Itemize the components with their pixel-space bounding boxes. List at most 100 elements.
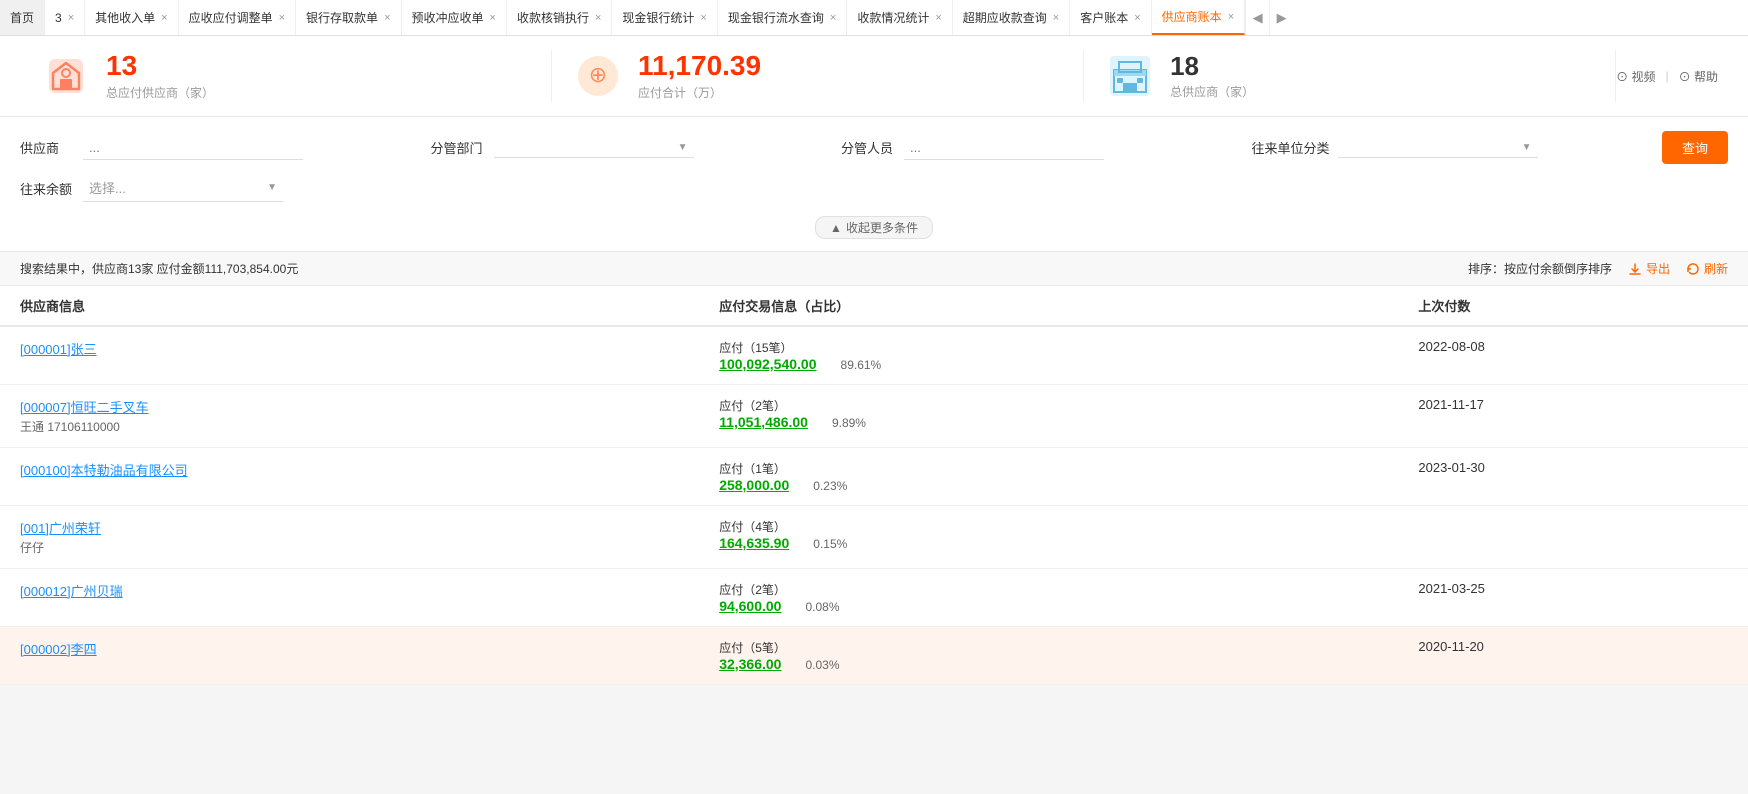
nav-other-income[interactable]: 其他收入单 × xyxy=(85,0,178,35)
nav-pre-receive-close[interactable]: × xyxy=(490,12,496,24)
category-select[interactable]: ▼ xyxy=(1338,138,1538,158)
col-last-pay: 上次付数 xyxy=(1398,286,1748,326)
nav-customer-ledger-close[interactable]: × xyxy=(1134,12,1140,24)
supplier-link-0[interactable]: [000001]张三 xyxy=(20,342,97,357)
nav-other-income-close[interactable]: × xyxy=(161,12,167,24)
col-pay-info: 应付交易信息（占比） xyxy=(699,286,1398,326)
nav-customer-ledger[interactable]: 客户账本 × xyxy=(1070,0,1151,35)
pay-label-5: 应付（5笔） xyxy=(719,639,1378,656)
balance-arrow-icon: ▼ xyxy=(267,182,277,193)
collapse-label: 收起更多条件 xyxy=(846,219,918,236)
nav-ar-ap-adjust-close[interactable]: × xyxy=(279,12,285,24)
pay-cell-0: 应付（15笔）100,092,540.0089.61% xyxy=(699,326,1398,385)
supplier-link-5[interactable]: [000002]李四 xyxy=(20,642,97,657)
nav-cash-bank-stat-close[interactable]: × xyxy=(700,12,706,24)
result-summary-text: 搜索结果中，供应商13家 应付金额111,703,854.00元 xyxy=(20,260,298,277)
nav-cash-bank-flow[interactable]: 现金银行流水查询 × xyxy=(718,0,847,35)
supplier-sub-3: 仔仔 xyxy=(20,539,679,556)
nav-bank-deposit-close[interactable]: × xyxy=(384,12,390,24)
pay-pct-0: 89.61% xyxy=(841,358,882,372)
nav-next[interactable]: ▶ xyxy=(1269,0,1293,35)
search-button[interactable]: 查询 xyxy=(1662,131,1728,164)
person-input[interactable] xyxy=(904,136,1104,160)
nav-cash-bank-flow-close[interactable]: × xyxy=(830,12,836,24)
nav-collection-verify[interactable]: 收款核销执行 × xyxy=(507,0,612,35)
help-link[interactable]: ⊙ 帮助 xyxy=(1679,68,1718,85)
nav-supplier-ledger-label: 供应商账本 xyxy=(1162,8,1222,25)
category-label: 往来单位分类 xyxy=(1252,138,1330,157)
refresh-button[interactable]: 刷新 xyxy=(1686,260,1728,277)
pay-pct-2: 0.23% xyxy=(813,479,847,493)
table-row: [001]广州荣轩仔仔应付（4笔）164,635.900.15% xyxy=(0,506,1748,569)
ap-total-num: 11,170.39 xyxy=(638,51,761,82)
supplier-link-1[interactable]: [000007]恒旺二手叉车 xyxy=(20,400,149,415)
nav-customer-ledger-label: 客户账本 xyxy=(1080,9,1128,26)
last-date-cell-5: 2020-11-20 xyxy=(1398,627,1748,685)
collapse-button[interactable]: ▲ 收起更多条件 xyxy=(815,216,933,239)
nav-bank-deposit-label: 银行存取款单 xyxy=(306,9,378,26)
supplier-cell-0: [000001]张三 xyxy=(0,326,699,385)
sort-label[interactable]: 排序：按应付余额倒序排序 xyxy=(1468,260,1612,277)
export-icon xyxy=(1628,262,1642,276)
nav-collection-stat[interactable]: 收款情况统计 × xyxy=(847,0,952,35)
summary-ap-suppliers: 13 总应付供应商（家） xyxy=(20,50,552,102)
nav-supplier-ledger-close[interactable]: × xyxy=(1228,11,1234,23)
pay-amount-2[interactable]: 258,000.00 xyxy=(719,477,789,493)
dept-arrow-icon: ▼ xyxy=(678,142,688,153)
nav-pre-receive-label: 预收冲应收单 xyxy=(412,9,484,26)
dept-select[interactable]: ▼ xyxy=(494,138,694,158)
nav-tab3-label: 3 xyxy=(55,11,62,25)
supplier-sub-1: 王通 17106110000 xyxy=(20,418,679,435)
table-row: [000007]恒旺二手叉车王通 17106110000应付（2笔）11,051… xyxy=(0,385,1748,448)
supplier-input[interactable] xyxy=(83,136,303,160)
table-header: 供应商信息 应付交易信息（占比） 上次付数 xyxy=(0,286,1748,326)
export-button[interactable]: 导出 xyxy=(1628,260,1670,277)
top-right-links: ⊙ 视频 | ⊙ 帮助 xyxy=(1616,68,1728,85)
pay-amount-3[interactable]: 164,635.90 xyxy=(719,535,789,551)
pay-label-3: 应付（4笔） xyxy=(719,518,1378,535)
nav-cash-bank-flow-label: 现金银行流水查询 xyxy=(728,9,824,26)
supplier-label: 供应商 xyxy=(20,138,75,157)
nav-tab3-close[interactable]: × xyxy=(68,12,74,24)
table-row: [000012]广州贝瑞应付（2笔）94,600.000.08%2021-03-… xyxy=(0,569,1748,627)
pay-amount-5[interactable]: 32,366.00 xyxy=(719,656,781,672)
pay-amount-1[interactable]: 11,051,486.00 xyxy=(719,414,808,430)
pay-amount-0[interactable]: 100,092,540.00 xyxy=(719,356,816,372)
supplier-link-3[interactable]: [001]广州荣轩 xyxy=(20,521,101,536)
ap-suppliers-icon xyxy=(40,50,92,102)
nav-cash-bank-stat[interactable]: 现金银行统计 × xyxy=(612,0,717,35)
nav-prev[interactable]: ◀ xyxy=(1245,0,1269,35)
nav-ar-ap-adjust[interactable]: 应收应付调整单 × xyxy=(179,0,296,35)
video-link[interactable]: ⊙ 视频 xyxy=(1616,68,1655,85)
nav-pre-receive[interactable]: 预收冲应收单 × xyxy=(402,0,507,35)
pay-pct-5: 0.03% xyxy=(805,658,839,672)
pay-label-4: 应付（2笔） xyxy=(719,581,1378,598)
supplier-link-4[interactable]: [000012]广州贝瑞 xyxy=(20,584,123,599)
nav-collection-verify-label: 收款核销执行 xyxy=(517,9,589,26)
total-suppliers-num: 18 xyxy=(1170,52,1254,81)
nav-home[interactable]: 首页 xyxy=(0,0,45,35)
nav-supplier-ledger[interactable]: 供应商账本 × xyxy=(1152,0,1245,35)
balance-select[interactable]: 选择... ▼ xyxy=(83,174,283,202)
nav-other-income-label: 其他收入单 xyxy=(95,9,155,26)
supplier-link-2[interactable]: [000100]本特勒油品有限公司 xyxy=(20,463,188,478)
nav-collection-verify-close[interactable]: × xyxy=(595,12,601,24)
summary-total-suppliers: 18 总供应商（家） xyxy=(1084,50,1616,102)
ap-total-text: 11,170.39 应付合计（万） xyxy=(638,51,761,101)
pay-amount-4[interactable]: 94,600.00 xyxy=(719,598,781,614)
filter-area: 供应商 分管部门 ▼ 分管人员 往来单位分类 ▼ 查询 往来余额 选择 xyxy=(0,117,1748,252)
last-date-cell-2: 2023-01-30 xyxy=(1398,448,1748,506)
pay-pct-1: 9.89% xyxy=(832,416,866,430)
nav-cash-bank-stat-label: 现金银行统计 xyxy=(622,9,694,26)
nav-ar-ap-adjust-label: 应收应付调整单 xyxy=(189,9,273,26)
nav-overdue-query[interactable]: 超期应收款查询 × xyxy=(953,0,1070,35)
nav-bank-deposit[interactable]: 银行存取款单 × xyxy=(296,0,401,35)
supplier-cell-3: [001]广州荣轩仔仔 xyxy=(0,506,699,569)
ap-total-label: 应付合计（万） xyxy=(638,84,761,101)
nav-tab3[interactable]: 3 × xyxy=(45,0,85,35)
nav-collection-stat-close[interactable]: × xyxy=(935,12,941,24)
pay-cell-1: 应付（2笔）11,051,486.009.89% xyxy=(699,385,1398,448)
nav-overdue-query-close[interactable]: × xyxy=(1053,12,1059,24)
filter-balance-field: 往来余额 选择... ▼ xyxy=(20,174,1728,202)
pay-cell-3: 应付（4笔）164,635.900.15% xyxy=(699,506,1398,569)
